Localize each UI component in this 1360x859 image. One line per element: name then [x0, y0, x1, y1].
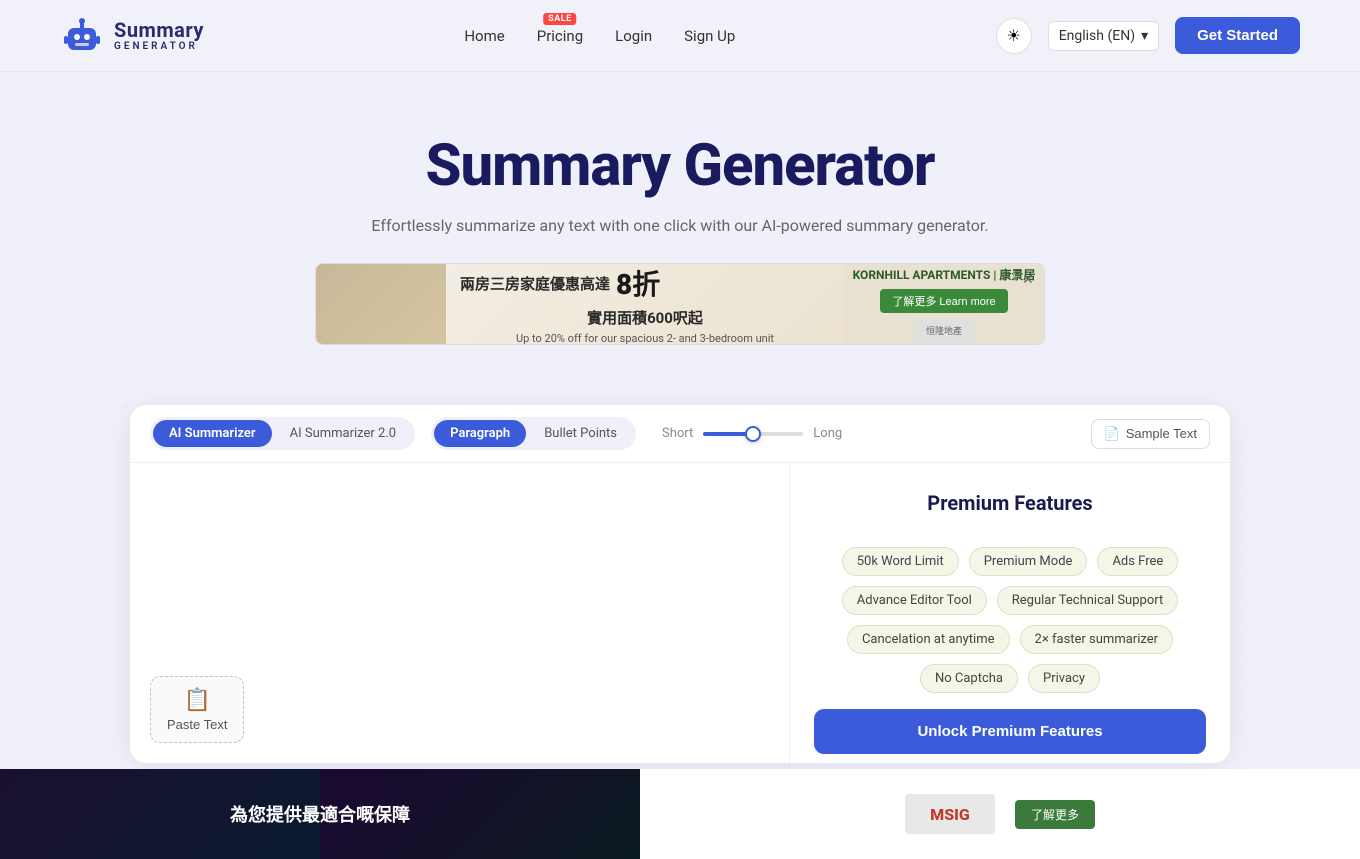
sample-text-button[interactable]: 📄 Sample Text: [1091, 419, 1210, 449]
sale-badge: SALE: [543, 13, 577, 25]
bottom-ad-close-button[interactable]: ×: [1338, 777, 1348, 798]
feature-tag: Regular Technical Support: [997, 586, 1178, 615]
get-started-button[interactable]: Get Started: [1175, 17, 1300, 54]
theme-toggle-button[interactable]: ☀: [996, 18, 1032, 54]
bottom-ad-image: 為您提供最適合嘅保障: [0, 769, 640, 859]
hero-section: Summary Generator Effortlessly summarize…: [0, 72, 1360, 405]
tab-bullet-points[interactable]: Bullet Points: [528, 420, 633, 447]
feature-tag: 50k Word Limit: [842, 547, 959, 576]
tool-container: AI Summarizer AI Summarizer 2.0 Paragrap…: [130, 405, 1230, 763]
bottom-ad: 為您提供最適合嘅保障 MSIG 了解更多 ×: [0, 769, 1360, 859]
document-icon: 📄: [1104, 426, 1120, 442]
paste-text-label: Paste Text: [167, 717, 227, 732]
hero-title: Summary Generator: [20, 132, 1340, 200]
logo-icon: [60, 14, 104, 58]
ad-info: ℹ: [1012, 270, 1016, 281]
sample-text-label: Sample Text: [1126, 426, 1197, 441]
header-right: ☀ English (EN) ▾ Get Started: [996, 17, 1300, 54]
tab-ai-summarizer[interactable]: AI Summarizer: [153, 420, 272, 447]
ad-cn-text: 兩房三房家庭優惠高達: [460, 273, 610, 294]
feature-tag: Privacy: [1028, 664, 1100, 693]
feature-tags: 50k Word Limit Premium Mode Ads Free Advanc…: [814, 547, 1206, 693]
length-slider[interactable]: [703, 432, 803, 436]
logo-title: Summary: [114, 19, 204, 41]
format-tab-group: Paragraph Bullet Points: [431, 417, 636, 450]
language-selector[interactable]: English (EN) ▾: [1048, 21, 1159, 51]
nav-signup[interactable]: Sign Up: [684, 27, 735, 45]
nav: Home SALE Pricing Login Sign Up: [464, 27, 735, 45]
tool-body: 📋 Paste Text Premium Features 50k Word L…: [130, 463, 1230, 763]
nav-home[interactable]: Home: [464, 27, 504, 45]
premium-title: Premium Features: [814, 491, 1206, 515]
ad-area-text: 實用面積600呎起: [460, 307, 830, 328]
length-long-label: Long: [813, 426, 842, 441]
premium-panel: Premium Features 50k Word Limit Premium M…: [790, 463, 1230, 763]
ad-logo-img: 恒隆地產: [914, 319, 974, 343]
slider-thumb[interactable]: [745, 426, 761, 442]
text-input[interactable]: [150, 483, 769, 666]
logo: Summary GENERATOR: [60, 14, 204, 58]
tab-ai-summarizer-2[interactable]: AI Summarizer 2.0: [274, 420, 412, 447]
nav-pricing[interactable]: SALE Pricing: [537, 27, 583, 45]
paste-icon: 📋: [184, 687, 211, 713]
ad-banner-content: 兩房三房家庭優惠高達 8折 實用面積600呎起 Up to 20% off fo…: [446, 263, 844, 345]
ad-discount-num: 8折: [616, 263, 660, 303]
sun-icon: ☀: [1007, 26, 1021, 45]
bottom-ad-text: 為您提供最適合嘅保障: [230, 801, 410, 827]
logo-subtitle: GENERATOR: [114, 41, 204, 52]
feature-tag: Ads Free: [1097, 547, 1178, 576]
feature-tag: No Captcha: [920, 664, 1018, 693]
length-short-label: Short: [662, 426, 693, 441]
feature-tag: Advance Editor Tool: [842, 586, 987, 615]
nav-login[interactable]: Login: [615, 27, 652, 45]
chevron-down-icon: ▾: [1141, 28, 1148, 44]
feature-tag: 2× faster summarizer: [1020, 625, 1174, 654]
tab-paragraph[interactable]: Paragraph: [434, 420, 526, 447]
ad-learn-more-button[interactable]: 了解更多 Learn more: [880, 289, 1007, 313]
summarizer-tab-group: AI Summarizer AI Summarizer 2.0: [150, 417, 415, 450]
length-slider-area: Short Long: [662, 426, 842, 441]
msig-logo: MSIG: [905, 794, 995, 834]
lang-label: English (EN): [1059, 28, 1135, 44]
header: Summary GENERATOR Home SALE Pricing Logi…: [0, 0, 1360, 72]
ad-close-button[interactable]: ✕: [1018, 270, 1038, 290]
bottom-ad-right: MSIG 了解更多: [640, 769, 1360, 859]
paste-text-button[interactable]: 📋 Paste Text: [150, 676, 244, 743]
ad-banner: 兩房三房家庭優惠高達 8折 實用面積600呎起 Up to 20% off fo…: [315, 263, 1045, 345]
ad-banner-image: [316, 263, 446, 345]
ad-kornhill-label: KORNHILL APARTMENTS | 康景居: [853, 266, 1036, 283]
text-input-area: 📋 Paste Text: [130, 463, 790, 763]
feature-tag: Cancelation at anytime: [847, 625, 1010, 654]
tool-toolbar: AI Summarizer AI Summarizer 2.0 Paragrap…: [130, 405, 1230, 463]
unlock-premium-button[interactable]: Unlock Premium Features: [814, 709, 1206, 754]
logo-text: Summary GENERATOR: [114, 19, 204, 52]
feature-tag: Premium Mode: [969, 547, 1088, 576]
hero-subtitle: Effortlessly summarize any text with one…: [20, 216, 1340, 235]
ad-info-icon: ℹ: [1012, 270, 1016, 281]
bottom-ad-learn-button[interactable]: 了解更多: [1015, 800, 1095, 829]
ad-en-text: Up to 20% off for our spacious 2- and 3-…: [460, 332, 830, 345]
